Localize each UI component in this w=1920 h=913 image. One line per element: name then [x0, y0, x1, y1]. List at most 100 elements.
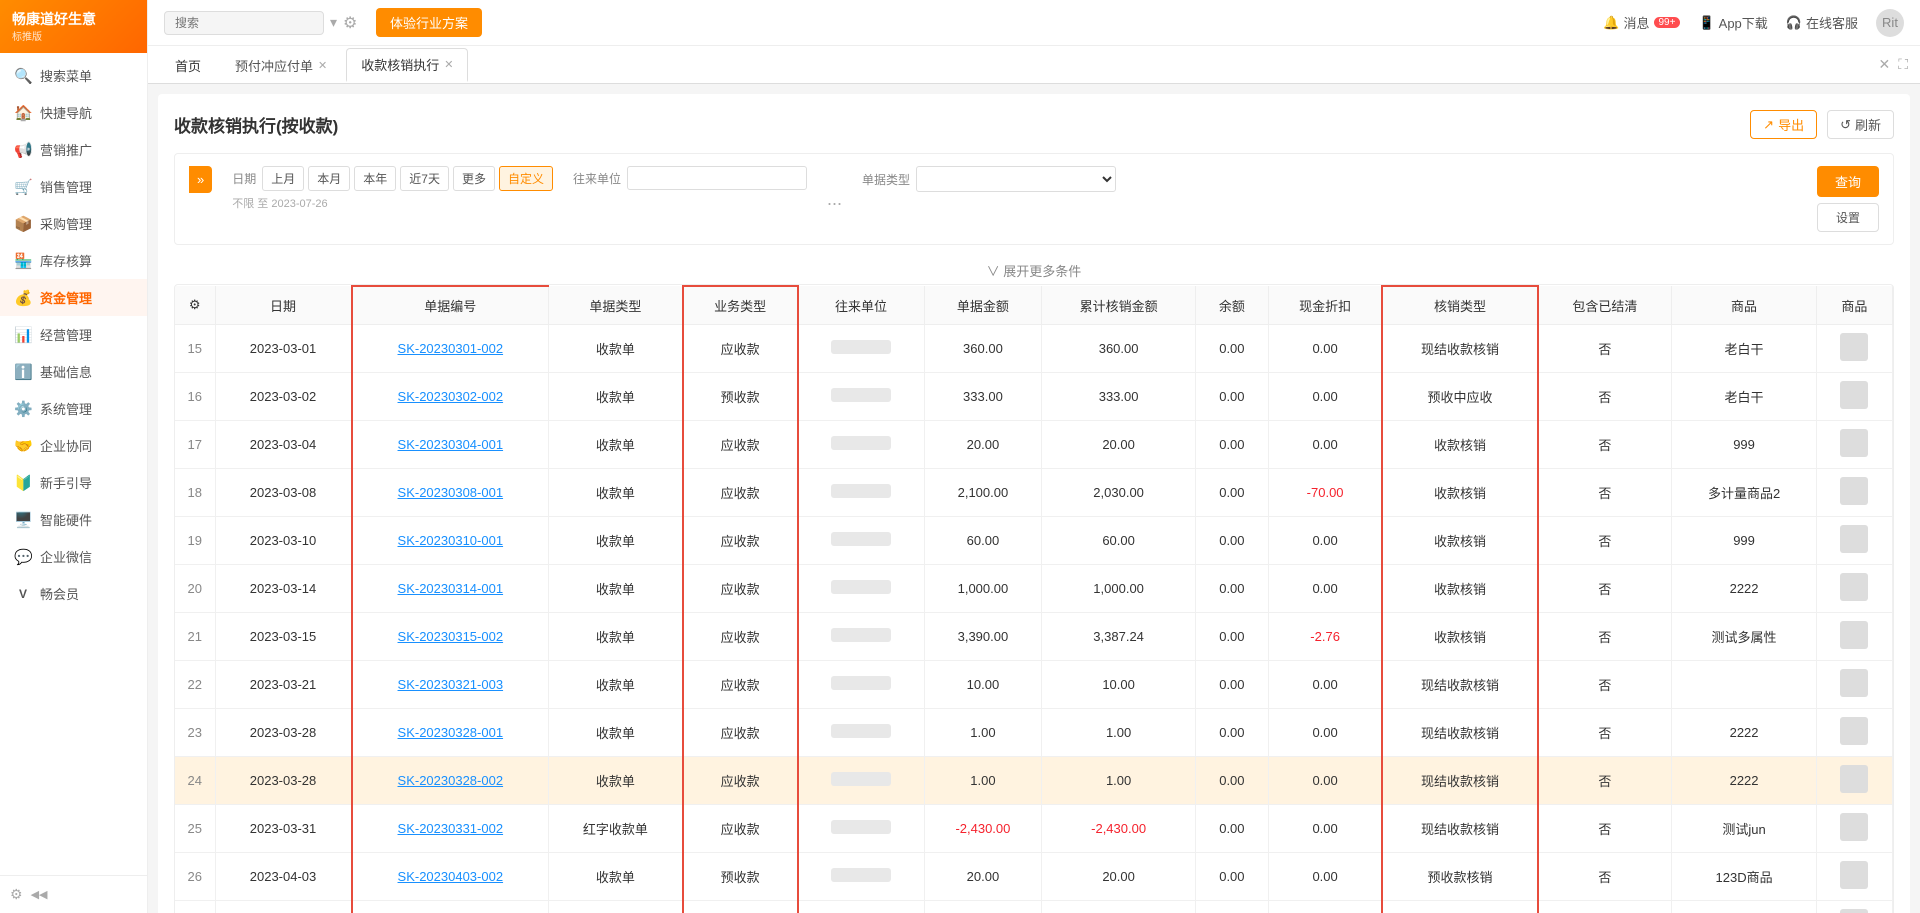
sidebar-item-label: 企业微信 [40, 547, 92, 566]
tab-receipt-close[interactable]: ✕ [444, 58, 453, 71]
cell-doc-no: SK-20230408-001 [352, 901, 549, 913]
refresh-button[interactable]: ↺ 刷新 [1827, 110, 1894, 139]
date-last-month[interactable]: 上月 [262, 166, 304, 191]
date-this-year[interactable]: 本年 [354, 166, 396, 191]
filter-toggle-button[interactable]: » [189, 166, 212, 193]
doc-no-link[interactable]: SK-20230328-002 [398, 773, 504, 788]
cell-doc-type: 收款单 [549, 853, 683, 901]
col-gear[interactable]: ⚙ [175, 286, 215, 325]
cell-amount: 20.00 [924, 421, 1042, 469]
export-button[interactable]: ↗ 导出 [1750, 110, 1817, 139]
money-icon: 💰 [14, 289, 32, 307]
cell-balance: 0.00 [1195, 709, 1268, 757]
doc-no-link[interactable]: SK-20230302-002 [398, 389, 504, 404]
sidebar-item-quicknav[interactable]: 🏠 快捷导航 [0, 94, 147, 131]
doc-no-link[interactable]: SK-20230314-001 [398, 581, 504, 596]
sidebar-item-guide[interactable]: 🔰 新手引导 [0, 464, 147, 501]
query-button[interactable]: 查询 [1817, 166, 1879, 197]
sidebar-item-wechat[interactable]: 💬 企业微信 [0, 538, 147, 575]
cell-doc-no: SK-20230302-002 [352, 373, 549, 421]
sidebar-item-label: 营销推广 [40, 140, 92, 159]
filter-dots[interactable]: ... [827, 189, 842, 210]
export-icon: ↗ [1763, 117, 1774, 133]
topbar-gear-icon[interactable]: ⚙ [343, 13, 357, 33]
sidebar-item-hardware[interactable]: 🖥️ 智能硬件 [0, 501, 147, 538]
cell-product [1672, 661, 1817, 709]
date-custom[interactable]: 自定义 [499, 166, 553, 191]
app-download-label: App下载 [1719, 13, 1768, 32]
hardware-icon: 🖥️ [14, 511, 32, 529]
cell-discount: 0.00 [1268, 709, 1382, 757]
sidebar-logo: 畅康道好生意 标推版 [0, 0, 147, 53]
partner-input[interactable] [627, 166, 807, 190]
doc-no-link[interactable]: SK-20230315-002 [398, 629, 504, 644]
doc-no-link[interactable]: SK-20230321-003 [398, 677, 504, 692]
cell-no: 18 [175, 469, 215, 517]
cell-date: 2023-03-15 [215, 613, 352, 661]
solution-button[interactable]: 体验行业方案 [376, 8, 482, 37]
cell-include-cleared: 否 [1538, 469, 1672, 517]
cell-biz-type: 应收款 [683, 517, 798, 565]
data-table: ⚙ 日期 单据编号 单据类型 业务类型 往来单位 单据金额 累计核销金额 余额 … [175, 285, 1893, 913]
app-download-item[interactable]: 📱 App下载 [1698, 13, 1767, 32]
voucher-type-select[interactable] [916, 166, 1116, 192]
home-icon: 🏠 [14, 104, 32, 122]
dropdown-icon[interactable]: ▾ [330, 14, 337, 31]
cell-product: 老白干 [1672, 325, 1817, 373]
cell-doc-no: SK-20230301-002 [352, 325, 549, 373]
sidebar-item-marketing[interactable]: 📢 营销推广 [0, 131, 147, 168]
doc-no-link[interactable]: SK-20230310-001 [398, 533, 504, 548]
tab-payable[interactable]: 预付冲应付单 ✕ [220, 49, 342, 81]
sidebar-item-purchase[interactable]: 📦 采购管理 [0, 205, 147, 242]
col-include-cleared: 包含已结清 [1538, 286, 1672, 325]
cell-amount: 1.00 [924, 757, 1042, 805]
messages-item[interactable]: 🔔 消息 99+ [1603, 13, 1680, 32]
date-more[interactable]: 更多 [453, 166, 495, 191]
cell-date: 2023-03-08 [215, 469, 352, 517]
doc-no-link[interactable]: SK-20230301-002 [398, 341, 504, 356]
sidebar-item-basic[interactable]: ℹ️ 基础信息 [0, 353, 147, 390]
tab-expand-icon[interactable]: ⛶ [1898, 56, 1908, 73]
collapse-icon[interactable]: ◀◀ [31, 888, 48, 901]
expand-label: 展开更多条件 [1003, 264, 1081, 279]
sidebar-item-inventory[interactable]: 🏪 库存核算 [0, 242, 147, 279]
date-this-month[interactable]: 本月 [308, 166, 350, 191]
search-input[interactable] [164, 11, 324, 35]
tab-home[interactable]: 首页 [160, 49, 216, 81]
sidebar-item-label: 采购管理 [40, 214, 92, 233]
sidebar-item-finance[interactable]: 💰 资金管理 [0, 279, 147, 316]
cell-verified: 60.00 [1042, 517, 1196, 565]
cell-partner [798, 661, 924, 709]
setting-button[interactable]: 设置 [1817, 203, 1879, 232]
doc-no-link[interactable]: SK-20230403-002 [398, 869, 504, 884]
cell-doc-type: 收款单 [549, 661, 683, 709]
cell-biz-type: 应收款 [683, 661, 798, 709]
sidebar-item-system[interactable]: ⚙️ 系统管理 [0, 390, 147, 427]
app-name: 畅康道好生意 [12, 10, 96, 28]
tab-receipt[interactable]: 收款核销执行 ✕ [346, 48, 468, 82]
doc-no-link[interactable]: SK-20230328-001 [398, 725, 504, 740]
wechat-icon: 💬 [14, 548, 32, 566]
settings-icon[interactable]: ⚙ [10, 886, 23, 903]
cell-product: 2222 [1672, 757, 1817, 805]
sidebar-item-member[interactable]: V 畅会员 [0, 575, 147, 612]
cell-verify-type: 收款核销 [1382, 517, 1537, 565]
doc-no-link[interactable]: SK-20230308-001 [398, 485, 504, 500]
cell-include-cleared: 否 [1538, 757, 1672, 805]
sidebar-item-sales[interactable]: 🛒 销售管理 [0, 168, 147, 205]
doc-no-link[interactable]: SK-20230331-002 [398, 821, 504, 836]
online-service-item[interactable]: 🎧 在线客服 [1786, 13, 1858, 32]
cell-no: 15 [175, 325, 215, 373]
expand-more-row[interactable]: ∨ 展开更多条件 [174, 257, 1894, 284]
col-product-img: 商品 [1816, 286, 1892, 325]
cell-partner [798, 757, 924, 805]
doc-no-link[interactable]: SK-20230304-001 [398, 437, 504, 452]
sidebar-item-enterprise[interactable]: 🤝 企业协同 [0, 427, 147, 464]
date-7days[interactable]: 近7天 [400, 166, 449, 191]
sidebar-item-operation[interactable]: 📊 经营管理 [0, 316, 147, 353]
tab-close-icon[interactable]: ✕ [1878, 56, 1890, 73]
user-avatar[interactable]: Rit [1876, 9, 1904, 37]
sidebar-item-search[interactable]: 🔍 搜索菜单 [0, 57, 147, 94]
tab-payable-close[interactable]: ✕ [318, 59, 327, 72]
cell-product-img [1816, 565, 1892, 613]
